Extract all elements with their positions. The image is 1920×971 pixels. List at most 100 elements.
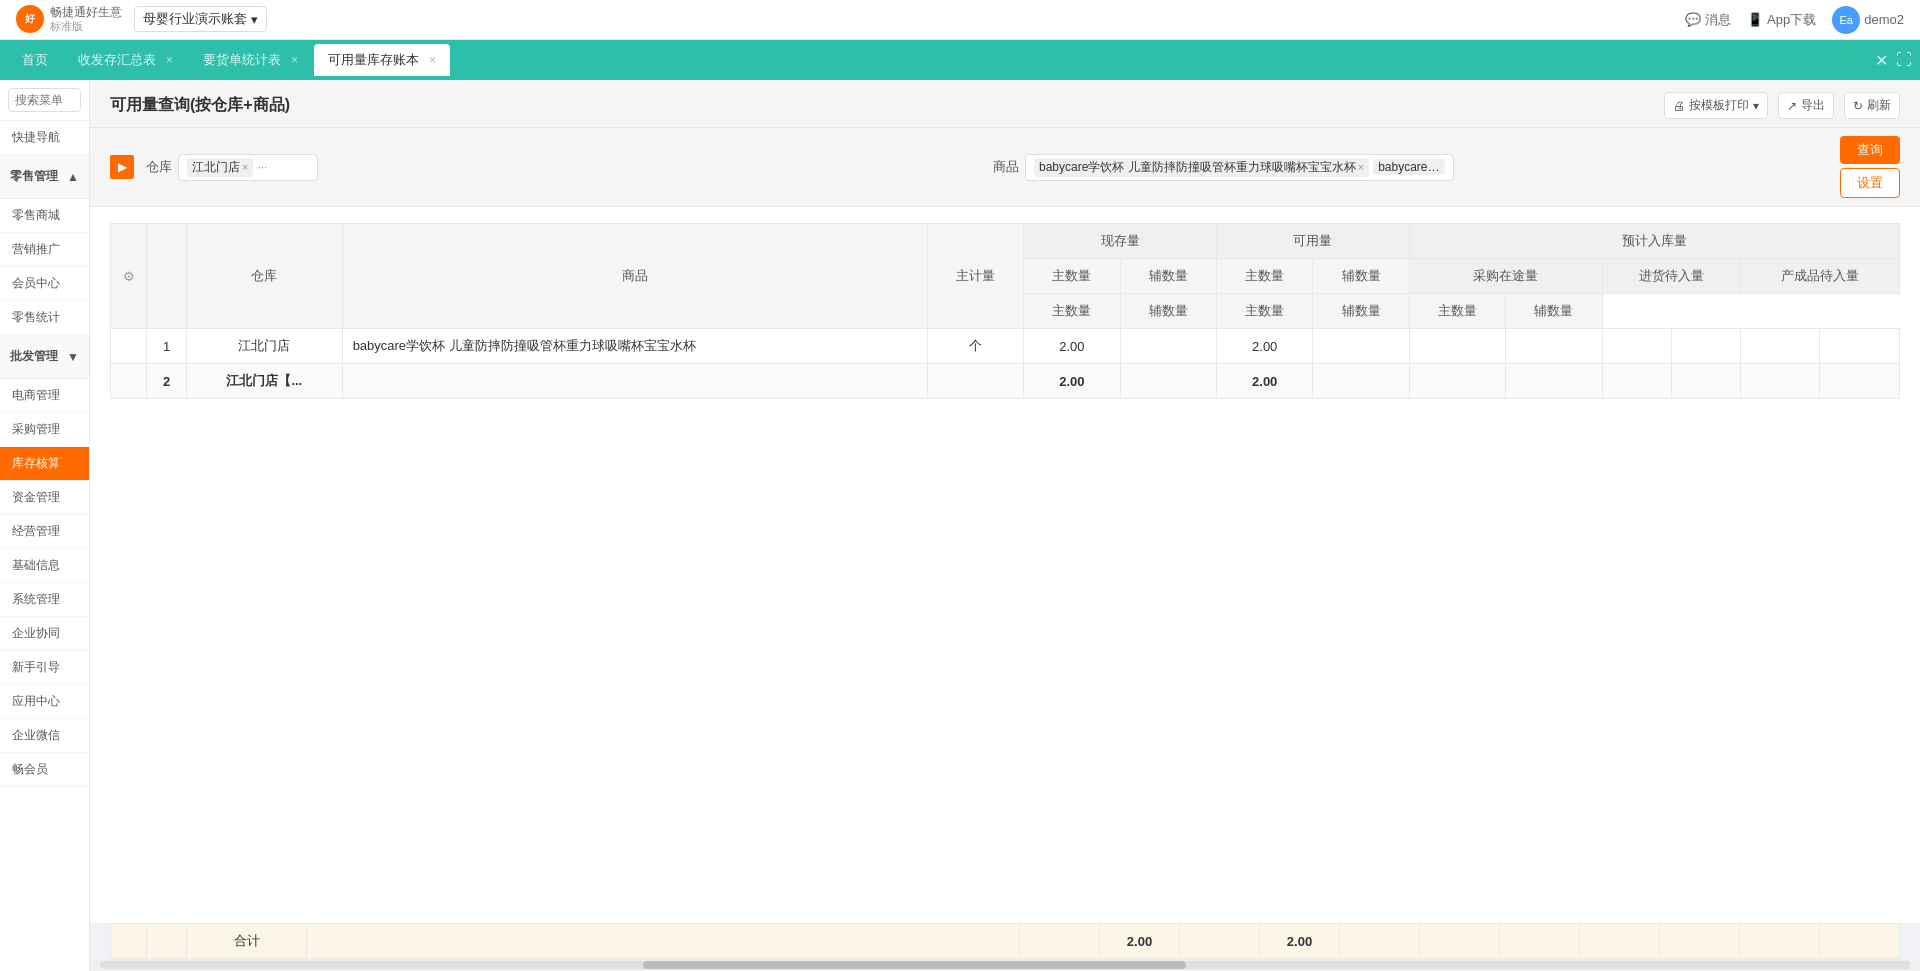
warehouse-tag-close[interactable]: ×: [242, 161, 248, 173]
sidebar-item-wholesale-mgmt[interactable]: 批发管理 ▼: [0, 335, 89, 379]
warehouse-filter-label: 仓库: [146, 158, 172, 176]
sidebar-item-retail-mall[interactable]: 零售商城: [0, 199, 89, 233]
footer-avail-sub: [1340, 924, 1420, 959]
user-area[interactable]: Ea demo2: [1832, 6, 1904, 34]
logo-area: 好 畅捷通好生意 标准版: [16, 5, 122, 34]
col-settings-icon[interactable]: ⚙: [123, 269, 135, 284]
cell-gw-main-2: [1602, 364, 1671, 399]
message-btn[interactable]: 💬 消息: [1685, 11, 1731, 29]
cell-stock-main-1: 2.00: [1024, 329, 1120, 364]
filter-bar: ▶ 仓库 江北门店 × ··· 商品 babycare学饮杯 儿童防摔防撞吸管杯…: [90, 128, 1920, 207]
maximize-icon[interactable]: ⛶: [1896, 51, 1912, 69]
table-row: 1 江北门店 babycare学饮杯 儿童防摔防撞吸管杯重力球吸嘴杯宝宝水杯 个…: [111, 329, 1900, 364]
sidebar-item-base-info[interactable]: 基础信息: [0, 549, 89, 583]
export-btn[interactable]: ↗ 导出: [1778, 92, 1834, 119]
product-tag-2: babycare…: [1373, 159, 1444, 175]
th-products-waiting: 产成品待入量: [1740, 259, 1899, 294]
app-download-btn[interactable]: 📱 App下载: [1747, 11, 1816, 29]
sidebar-item-purchase[interactable]: 采购管理: [0, 413, 89, 447]
sidebar-item-marketing[interactable]: 营销推广: [0, 233, 89, 267]
cell-avail-sub-2: [1313, 364, 1409, 399]
tab-income[interactable]: 收发存汇总表 ×: [64, 44, 187, 76]
refresh-btn[interactable]: ↻ 刷新: [1844, 92, 1900, 119]
cell-avail-main-1: 2.00: [1217, 329, 1313, 364]
tab-home[interactable]: 首页: [8, 44, 62, 76]
horizontal-scrollbar[interactable]: [90, 959, 1920, 971]
scroll-thumb[interactable]: [643, 961, 1186, 969]
close-window-icon[interactable]: ✕: [1875, 51, 1888, 70]
cell-gw-main-1: [1602, 329, 1671, 364]
sidebar-item-app-center[interactable]: 应用中心: [0, 685, 89, 719]
th-settings: ⚙: [111, 224, 147, 329]
export-label: 导出: [1801, 97, 1825, 114]
refresh-label: 刷新: [1867, 97, 1891, 114]
message-label: 消息: [1705, 11, 1731, 29]
tab-order[interactable]: 要货单统计表 ×: [189, 44, 312, 76]
footer-area: 合计 2.00 2.00: [90, 923, 1920, 959]
sidebar-item-operations[interactable]: 经营管理: [0, 515, 89, 549]
cell-avail-sub-1: [1313, 329, 1409, 364]
th-stock-main: 主数量: [1024, 259, 1120, 294]
more-warehouse-btn[interactable]: ···: [257, 160, 267, 174]
cell-pw-main-1: [1740, 329, 1820, 364]
product-tag-1-close[interactable]: ×: [1358, 161, 1364, 173]
top-bar-left: 好 畅捷通好生意 标准版 母婴行业演示账套 ▾: [16, 5, 267, 34]
footer-table: 合计 2.00 2.00: [110, 923, 1900, 959]
print-btn[interactable]: 🖨 按模板打印 ▾: [1664, 92, 1768, 119]
sidebar-item-retail-mgmt[interactable]: 零售管理 ▲: [0, 155, 89, 199]
query-btn[interactable]: 查询: [1840, 136, 1900, 164]
product-filter-group: 商品 babycare学饮杯 儿童防摔防撞吸管杯重力球吸嘴杯宝宝水杯 × bab…: [993, 154, 1828, 181]
th-warehouse: 仓库: [187, 224, 343, 329]
tab-available-label: 可用量库存账本: [328, 51, 419, 69]
footer-row: 合计 2.00 2.00: [111, 924, 1900, 959]
sidebar-item-retail-stats[interactable]: 零售统计: [0, 301, 89, 335]
user-name: demo2: [1864, 12, 1904, 27]
tab-available-close[interactable]: ×: [429, 53, 436, 67]
warehouse-filter-input[interactable]: 江北门店 × ···: [178, 154, 318, 181]
th-available-group: 可用量: [1217, 224, 1410, 259]
sidebar: 快捷导航 零售管理 ▲ 零售商城 营销推广 会员中心 零售统计 批发管理 ▼ 电…: [0, 80, 90, 971]
avatar: Ea: [1832, 6, 1860, 34]
page-actions: 🖨 按模板打印 ▾ ↗ 导出 ↻ 刷新: [1664, 92, 1900, 119]
print-icon: 🖨: [1673, 99, 1685, 113]
search-input[interactable]: [8, 88, 81, 112]
cell-gw-sub-2: [1671, 364, 1740, 399]
filter-toggle-btn[interactable]: ▶: [110, 155, 134, 179]
product-filter-input[interactable]: babycare学饮杯 儿童防摔防撞吸管杯重力球吸嘴杯宝宝水杯 × babyca…: [1025, 154, 1454, 181]
phone-icon: 📱: [1747, 12, 1763, 27]
retail-mgmt-arrow: ▲: [67, 170, 79, 184]
sidebar-item-inventory[interactable]: 库存核算: [0, 447, 89, 481]
print-label: 按模板打印: [1689, 97, 1749, 114]
sidebar-item-wechat-biz[interactable]: 企业微信: [0, 719, 89, 753]
footer-pt-sub: [1500, 924, 1580, 959]
chevron-down-icon: ▾: [251, 12, 258, 27]
tab-order-close[interactable]: ×: [291, 53, 298, 67]
cell-pw-main-2: [1740, 364, 1820, 399]
sidebar-item-enterprise[interactable]: 企业协同: [0, 617, 89, 651]
message-icon: 💬: [1685, 12, 1701, 27]
footer-label: 合计: [187, 924, 307, 959]
sidebar-item-member[interactable]: 会员中心: [0, 267, 89, 301]
cell-pw-sub-2: [1820, 364, 1900, 399]
sidebar-item-vip[interactable]: 畅会员: [0, 753, 89, 787]
cell-gw-sub-1: [1671, 329, 1740, 364]
th-current-stock-group: 现存量: [1024, 224, 1217, 259]
sidebar-item-system[interactable]: 系统管理: [0, 583, 89, 617]
tab-income-close[interactable]: ×: [166, 53, 173, 67]
settings-btn[interactable]: 设置: [1840, 168, 1900, 198]
th-goods-waiting: 进货待入量: [1602, 259, 1740, 294]
th-avail-sub: 辅数量: [1313, 259, 1409, 294]
footer-stock-sub: [1180, 924, 1260, 959]
cell-stock-main-2: 2.00: [1024, 364, 1120, 399]
refresh-icon: ↻: [1853, 99, 1863, 113]
sidebar-item-finance[interactable]: 资金管理: [0, 481, 89, 515]
cell-pt-sub-2: [1506, 364, 1602, 399]
logo-icon: 好: [16, 5, 44, 33]
tab-available[interactable]: 可用量库存账本 ×: [314, 44, 450, 76]
sidebar-item-new-guide[interactable]: 新手引导: [0, 651, 89, 685]
sidebar-item-quick-nav[interactable]: 快捷导航: [0, 121, 89, 155]
industry-selector[interactable]: 母婴行业演示账套 ▾: [134, 6, 267, 32]
sidebar-item-ecommerce[interactable]: 电商管理: [0, 379, 89, 413]
table-container: ⚙ 仓库 商品 主计量 现存量 可用量 预计入库量 主数量 辅数量 主数量: [90, 207, 1920, 923]
sidebar-search: [0, 80, 89, 121]
